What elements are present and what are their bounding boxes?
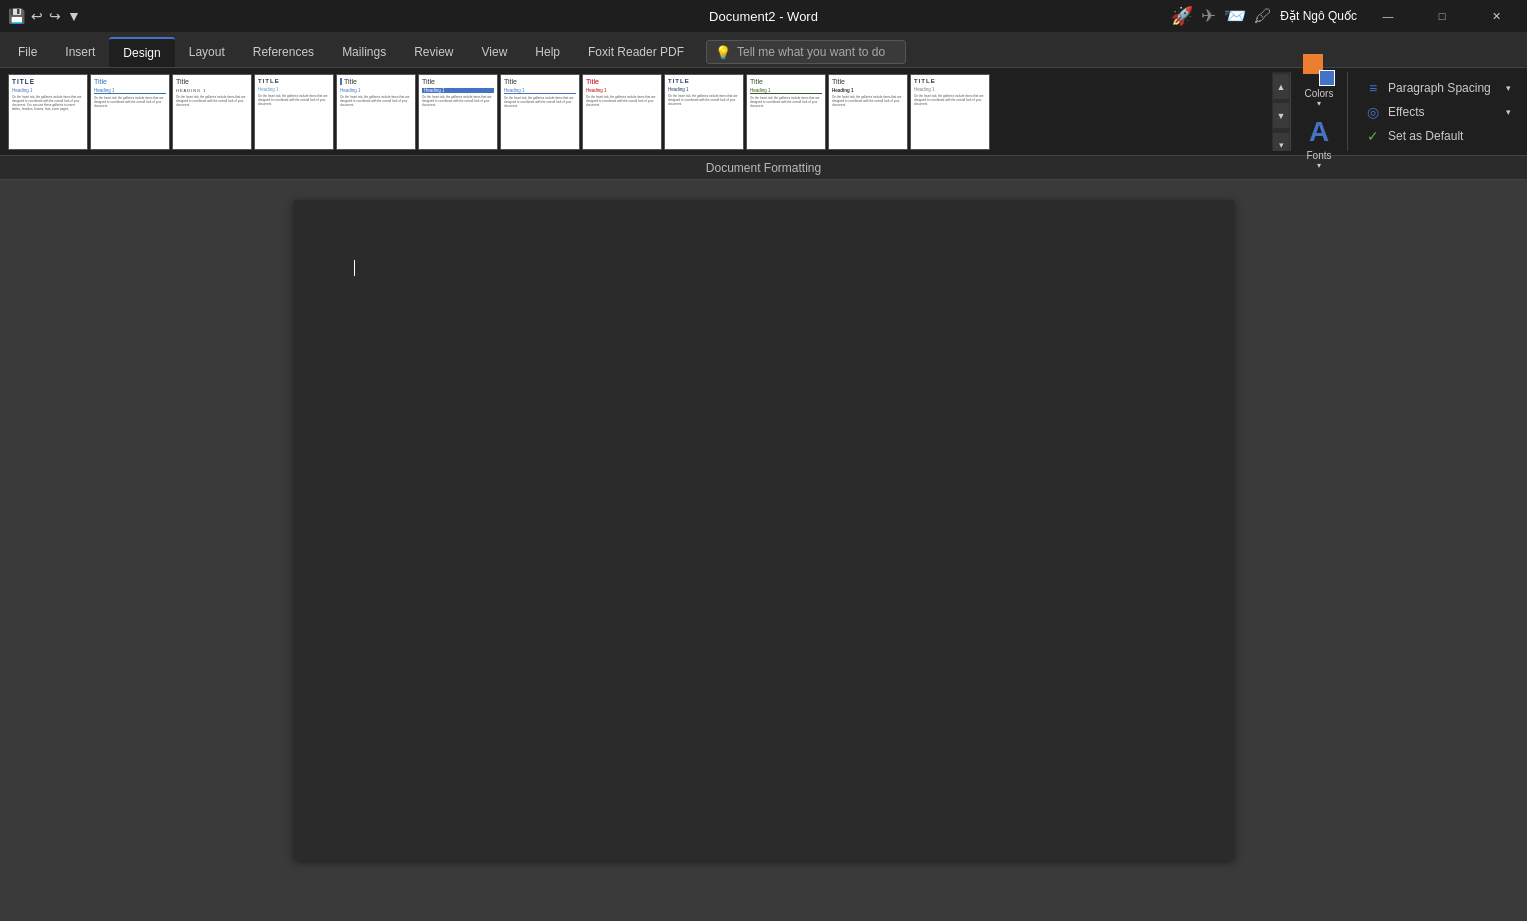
tabs-row: File Insert Design Layout References Mai… bbox=[4, 37, 906, 67]
scroll-more-button[interactable]: ▾ bbox=[1273, 133, 1289, 151]
theme-items-container: TITLE Heading 1 On the Insert tab, the g… bbox=[0, 72, 998, 151]
set-as-default-label: Set as Default bbox=[1388, 129, 1463, 143]
scroll-up-button[interactable]: ▲ bbox=[1273, 74, 1289, 99]
theme-item-9[interactable]: TITLE Heading 1 On the Insert tab, the g… bbox=[664, 74, 744, 150]
set-default-check-icon: ✓ bbox=[1364, 128, 1382, 144]
theme-gallery: TITLE Heading 1 On the Insert tab, the g… bbox=[0, 72, 1290, 151]
theme-item-11[interactable]: Title Heading 1 On the Insert tab, the g… bbox=[828, 74, 908, 150]
paragraph-spacing-label: Paragraph Spacing bbox=[1388, 81, 1491, 95]
tab-review[interactable]: Review bbox=[400, 37, 467, 67]
canvas-area[interactable] bbox=[0, 180, 1527, 921]
title-bar-left: 💾 ↩ ↪ ▼ bbox=[8, 8, 81, 24]
scroll-down-button[interactable]: ▼ bbox=[1273, 103, 1289, 128]
theme-item-12[interactable]: TITLE Heading 1 On the Insert tab, the g… bbox=[910, 74, 990, 150]
colors-arrow-icon: ▾ bbox=[1317, 99, 1321, 108]
deco-icon-4: 🖊 bbox=[1254, 6, 1272, 27]
close-button[interactable]: ✕ bbox=[1473, 2, 1519, 30]
theme-item-4[interactable]: TITLE Heading 1 On the Insert tab, the g… bbox=[254, 74, 334, 150]
fonts-icon: A bbox=[1309, 116, 1329, 148]
tab-mailings[interactable]: Mailings bbox=[328, 37, 400, 67]
text-cursor bbox=[354, 260, 355, 276]
title-bar: 💾 ↩ ↪ ▼ Document2 - Word 🚀 ✈ 📨 🖊 Đặt Ngô… bbox=[0, 0, 1527, 32]
document-page[interactable] bbox=[294, 200, 1234, 860]
colors-fonts-section: Colors ▾ A Fonts ▾ bbox=[1290, 72, 1347, 151]
maximize-button[interactable]: □ bbox=[1419, 2, 1465, 30]
theme-item-7[interactable]: Title Heading 1 On the Insert tab, the g… bbox=[500, 74, 580, 150]
tab-layout[interactable]: Layout bbox=[175, 37, 239, 67]
deco-icon-1: 🚀 bbox=[1171, 5, 1193, 27]
paragraph-spacing-arrow: ▾ bbox=[1506, 83, 1511, 93]
user-name[interactable]: Đặt Ngô Quốc bbox=[1280, 9, 1357, 23]
fonts-button[interactable]: A Fonts ▾ bbox=[1298, 112, 1339, 174]
title-bar-right: 🚀 ✈ 📨 🖊 Đặt Ngô Quốc — □ ✕ bbox=[1171, 2, 1519, 30]
quick-access-save[interactable]: 💾 bbox=[8, 8, 25, 24]
lightbulb-icon: 💡 bbox=[715, 45, 731, 60]
theme-item-8[interactable]: Title Heading 1 On the Insert tab, the g… bbox=[582, 74, 662, 150]
theme-item-5[interactable]: Title Heading 1 On the Insert tab, the g… bbox=[336, 74, 416, 150]
tab-references[interactable]: References bbox=[239, 37, 328, 67]
fonts-arrow-icon: ▾ bbox=[1317, 161, 1321, 170]
set-as-default-button[interactable]: ✓ Set as Default bbox=[1360, 126, 1515, 146]
theme-item-10[interactable]: Title Heading 1 On the Insert tab, the g… bbox=[746, 74, 826, 150]
quick-access-dropdown[interactable]: ▼ bbox=[67, 8, 81, 24]
document-formatting-label: Document Formatting bbox=[706, 161, 821, 175]
swatch-blue bbox=[1319, 70, 1335, 86]
theme-item-6[interactable]: Title Heading 1 On the Insert tab, the g… bbox=[418, 74, 498, 150]
tab-file[interactable]: File bbox=[4, 37, 51, 67]
tell-me-text: Tell me what you want to do bbox=[737, 45, 885, 59]
ribbon-panel-right: ≡ Paragraph Spacing ▾ ◎ Effects ▾ ✓ Set … bbox=[1347, 72, 1527, 151]
quick-access-redo[interactable]: ↪ bbox=[49, 8, 61, 24]
deco-icon-3: 📨 bbox=[1224, 5, 1246, 27]
ribbon-content: TITLE Heading 1 On the Insert tab, the g… bbox=[0, 68, 1527, 156]
color-swatch bbox=[1303, 54, 1335, 86]
theme-item-3[interactable]: Title HEADING 1 On the Insert tab, the g… bbox=[172, 74, 252, 150]
tell-me-bar[interactable]: 💡 Tell me what you want to do bbox=[706, 40, 906, 64]
colors-label: Colors bbox=[1305, 88, 1334, 99]
effects-button[interactable]: ◎ Effects ▾ bbox=[1360, 102, 1515, 122]
tab-insert[interactable]: Insert bbox=[51, 37, 109, 67]
paragraph-spacing-icon: ≡ bbox=[1364, 80, 1382, 96]
effects-icon: ◎ bbox=[1364, 104, 1382, 120]
effects-arrow: ▾ bbox=[1506, 107, 1511, 117]
fonts-label: Fonts bbox=[1306, 150, 1331, 161]
tab-view[interactable]: View bbox=[468, 37, 522, 67]
tab-foxit[interactable]: Foxit Reader PDF bbox=[574, 37, 698, 67]
tab-design[interactable]: Design bbox=[109, 37, 174, 67]
theme-item-1[interactable]: TITLE Heading 1 On the Insert tab, the g… bbox=[8, 74, 88, 150]
quick-access-undo[interactable]: ↩ bbox=[31, 8, 43, 24]
theme-item-2[interactable]: Title Heading 1 On the Insert tab, the g… bbox=[90, 74, 170, 150]
tab-help[interactable]: Help bbox=[521, 37, 574, 67]
paragraph-spacing-button[interactable]: ≡ Paragraph Spacing ▾ bbox=[1360, 78, 1515, 98]
minimize-button[interactable]: — bbox=[1365, 2, 1411, 30]
effects-label: Effects bbox=[1388, 105, 1424, 119]
deco-icon-2: ✈ bbox=[1201, 5, 1216, 27]
gallery-scroll: ▲ ▼ ▾ bbox=[1272, 72, 1290, 151]
window-title: Document2 - Word bbox=[709, 9, 818, 24]
colors-button[interactable]: Colors ▾ bbox=[1295, 50, 1343, 112]
